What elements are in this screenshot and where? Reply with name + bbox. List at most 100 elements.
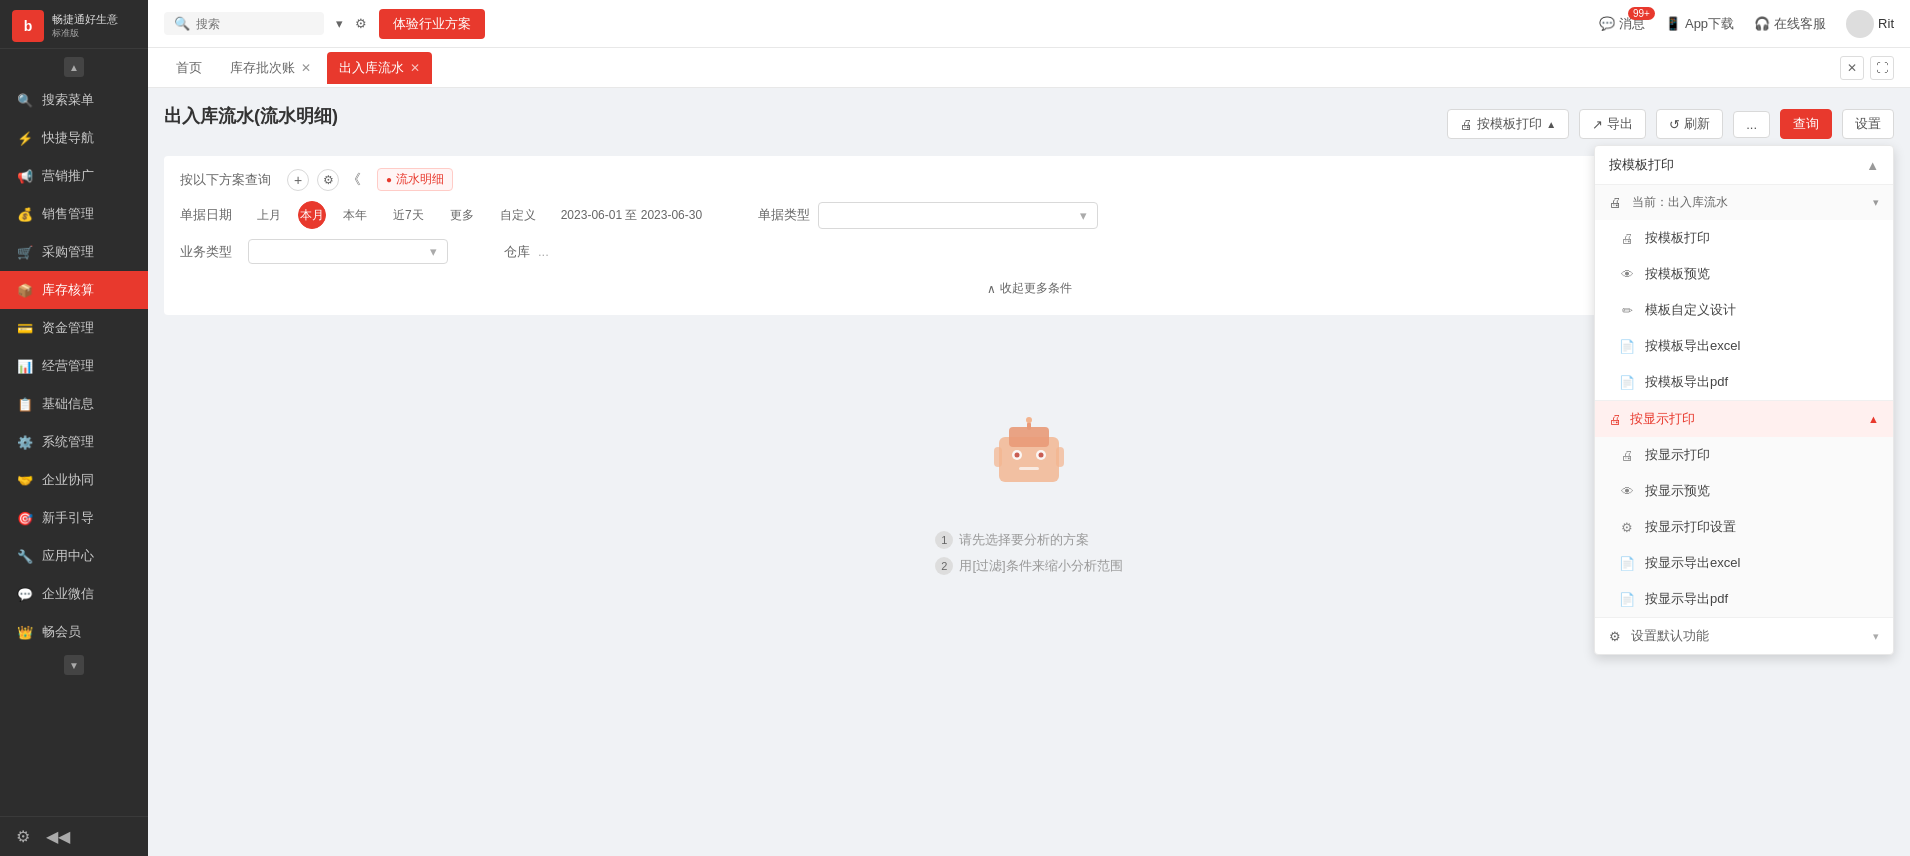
header-dropdown-icon[interactable]: ▾ <box>336 16 343 31</box>
date-filter-label: 单据日期 <box>180 206 232 224</box>
chip-icon: ● <box>386 174 392 185</box>
messages-button[interactable]: 💬 消息 99+ <box>1599 15 1645 33</box>
current-arrow-icon: ▾ <box>1873 196 1879 209</box>
doc-type-select[interactable]: ▾ <box>818 202 1098 229</box>
sidebar-item-inventory[interactable]: 📦 库存核算 <box>0 271 148 309</box>
business-type-select[interactable]: ▾ <box>248 239 448 264</box>
dropdown-current-item: 🖨 当前：出入库流水 ▾ <box>1595 185 1893 220</box>
sidebar-item-enterprise[interactable]: 🤝 企业协同 <box>0 461 148 499</box>
industry-solution-button[interactable]: 体验行业方案 <box>379 9 485 39</box>
query-button[interactable]: 查询 <box>1780 109 1832 139</box>
app-icon: 📱 <box>1665 16 1681 31</box>
scroll-down-button[interactable]: ▼ <box>64 655 84 675</box>
more-button[interactable]: ... <box>1733 111 1770 138</box>
sidebar-item-vip[interactable]: 👑 畅会员 <box>0 613 148 651</box>
print-icon: 🖨 <box>1619 230 1635 246</box>
filter-settings-button[interactable]: ⚙ <box>317 169 339 191</box>
messages-badge: 99+ <box>1628 7 1655 20</box>
display-print-button[interactable]: 🖨 按显示打印 <box>1595 437 1893 473</box>
set-default-icon: ⚙ <box>1609 629 1621 644</box>
user-avatar[interactable]: Rit <box>1846 10 1894 38</box>
message-icon: 💬 <box>1599 16 1615 31</box>
header-search-icon: 🔍 <box>174 16 190 31</box>
display-print-section-header[interactable]: 🖨 按显示打印 ▲ <box>1595 401 1893 437</box>
tab-close-all-button[interactable]: ✕ <box>1840 56 1864 80</box>
tab-fullscreen-button[interactable]: ⛶ <box>1870 56 1894 80</box>
tab-flow[interactable]: 出入库流水 ✕ <box>327 52 432 84</box>
sidebar-item-sales[interactable]: 💰 销售管理 <box>0 195 148 233</box>
sidebar-item-purchase[interactable]: 🛒 采购管理 <box>0 233 148 271</box>
sidebar-item-marketing[interactable]: 📢 营销推广 <box>0 157 148 195</box>
inventory-icon: 📦 <box>16 281 34 299</box>
display-preview-button[interactable]: 👁 按显示预览 <box>1595 473 1893 509</box>
sidebar-item-search[interactable]: 🔍 搜索菜单 <box>0 81 148 119</box>
system-icon: ⚙️ <box>16 433 34 451</box>
sidebar-item-operations[interactable]: 📊 经营管理 <box>0 347 148 385</box>
template-print-button[interactable]: 🖨 按模板打印 <box>1595 220 1893 256</box>
header-search-input[interactable] <box>196 17 296 31</box>
template-export-pdf-button[interactable]: 📄 按模板导出pdf <box>1595 364 1893 400</box>
display-print-item-icon: 🖨 <box>1619 447 1635 463</box>
online-service-button[interactable]: 🎧 在线客服 <box>1754 15 1826 33</box>
warehouse-label: 仓库 <box>504 243 530 261</box>
filter-collapse-button[interactable]: 《 <box>347 171 361 189</box>
date-btn-current-year[interactable]: 本年 <box>334 203 376 228</box>
close-tab-batch-account[interactable]: ✕ <box>301 61 311 75</box>
export-button[interactable]: ↗ 导出 <box>1579 109 1646 139</box>
sidebar-collapse-icon[interactable]: ◀◀ <box>46 827 70 846</box>
sidebar-settings-icon[interactable]: ⚙ <box>16 827 30 846</box>
svg-point-5 <box>1039 453 1044 458</box>
sidebar-item-system[interactable]: ⚙️ 系统管理 <box>0 423 148 461</box>
purchase-icon: 🛒 <box>16 243 34 261</box>
search-bar[interactable]: 🔍 <box>164 12 324 35</box>
sidebar-item-quick-nav[interactable]: ⚡ 快捷导航 <box>0 119 148 157</box>
sidebar-item-apps[interactable]: 🔧 应用中心 <box>0 537 148 575</box>
date-btn-7days[interactable]: 近7天 <box>384 203 433 228</box>
empty-tips-list: 1 请先选择要分析的方案 2 用[过滤]条件来缩小分析范围 <box>935 527 1122 579</box>
basic-icon: 📋 <box>16 395 34 413</box>
dropdown-collapse-icon[interactable]: ▲ <box>1866 158 1879 173</box>
current-icon: 🖨 <box>1609 195 1622 210</box>
print-template-button[interactable]: 🖨 按模板打印 ▲ <box>1447 109 1569 139</box>
date-btn-last-month[interactable]: 上月 <box>248 203 290 228</box>
display-export-excel-button[interactable]: 📄 按显示导出excel <box>1595 545 1893 581</box>
chevron-up-icon: ∧ <box>987 282 996 296</box>
set-default-button[interactable]: ⚙ 设置默认功能 ▾ <box>1595 618 1893 654</box>
header-gear-icon[interactable]: ⚙ <box>355 16 367 31</box>
wechat-icon: 💬 <box>16 585 34 603</box>
logo-text: 畅捷通好生意 标准版 <box>52 12 118 40</box>
date-btn-current-month[interactable]: 本月 <box>298 201 326 229</box>
apps-icon: 🔧 <box>16 547 34 565</box>
settings-button[interactable]: 设置 <box>1842 109 1894 139</box>
guide-icon: 🎯 <box>16 509 34 527</box>
date-btn-custom[interactable]: 自定义 <box>491 203 545 228</box>
filter-label: 按以下方案查询 <box>180 171 271 189</box>
sidebar-item-basic[interactable]: 📋 基础信息 <box>0 385 148 423</box>
filter-add-button[interactable]: + <box>287 169 309 191</box>
vip-icon: 👑 <box>16 623 34 641</box>
chevron-up-icon: ▲ <box>1546 119 1556 130</box>
sidebar-item-finance[interactable]: 💳 资金管理 <box>0 309 148 347</box>
date-filter-buttons: 上月 本月 本年 近7天 更多 自定义 <box>248 201 545 229</box>
app-download-button[interactable]: 📱 App下载 <box>1665 15 1734 33</box>
display-export-pdf-button[interactable]: 📄 按显示导出pdf <box>1595 581 1893 617</box>
template-preview-button[interactable]: 👁 按模板预览 <box>1595 256 1893 292</box>
date-btn-more[interactable]: 更多 <box>441 203 483 228</box>
enterprise-icon: 🤝 <box>16 471 34 489</box>
scroll-up-button[interactable]: ▲ <box>64 57 84 77</box>
display-settings-icon: ⚙ <box>1619 519 1635 535</box>
sidebar-item-wechat[interactable]: 💬 企业微信 <box>0 575 148 613</box>
sidebar-nav: ▲ 🔍 搜索菜单 ⚡ 快捷导航 📢 营销推广 💰 销售管理 🛒 采购管理 📦 库… <box>0 49 148 816</box>
section-collapse-icon: ▲ <box>1868 413 1879 425</box>
warehouse-more-button[interactable]: ... <box>538 244 549 259</box>
svg-rect-6 <box>1019 467 1039 470</box>
excel-icon: 📄 <box>1619 338 1635 354</box>
close-tab-flow[interactable]: ✕ <box>410 61 420 75</box>
refresh-button[interactable]: ↺ 刷新 <box>1656 109 1723 139</box>
sidebar-item-guide[interactable]: 🎯 新手引导 <box>0 499 148 537</box>
template-custom-button[interactable]: ✏ 模板自定义设计 <box>1595 292 1893 328</box>
display-print-settings-button[interactable]: ⚙ 按显示打印设置 <box>1595 509 1893 545</box>
tab-home[interactable]: 首页 <box>164 52 214 84</box>
template-export-excel-button[interactable]: 📄 按模板导出excel <box>1595 328 1893 364</box>
tab-batch-account[interactable]: 库存批次账 ✕ <box>218 52 323 84</box>
